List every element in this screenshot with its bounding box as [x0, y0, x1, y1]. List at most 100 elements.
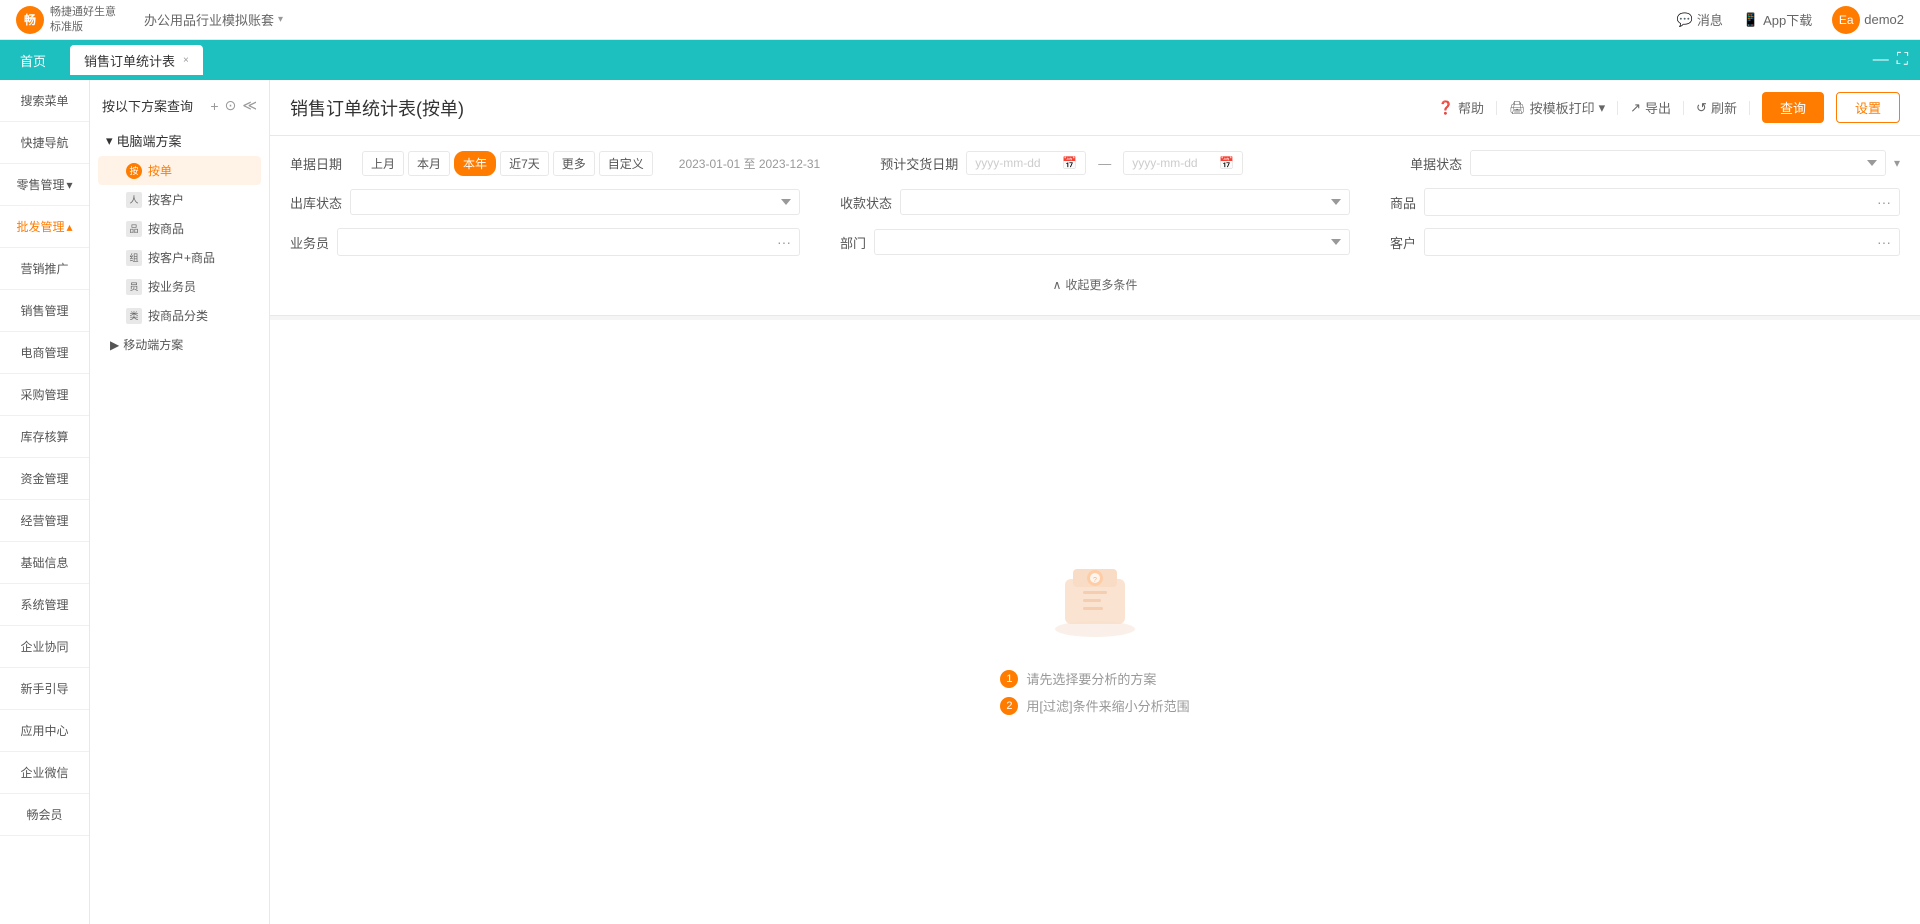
status-expand-icon[interactable]: ▾ — [1894, 156, 1900, 170]
empty-tip-2: 2 用[过滤]条件来缩小分析范围 — [1000, 696, 1189, 715]
goods-more-icon[interactable]: ··· — [1877, 194, 1891, 210]
empty-illustration: ? — [1035, 529, 1155, 649]
tab-bar: 首页 销售订单统计表 × — ⛶ — [0, 40, 1920, 80]
top-bar: 畅 畅捷通好生意 标准版 办公用品行业模拟账套 ▾ 💬 消息 📱 App下载 E… — [0, 0, 1920, 40]
date-btn-last-month[interactable]: 上月 — [362, 151, 404, 176]
workspace-selector[interactable]: 办公用品行业模拟账套 ▾ — [144, 10, 283, 29]
dept-select-wrapper[interactable] — [874, 229, 1350, 255]
chevron-down-icon: ▾ — [278, 14, 283, 25]
sidebar-item-system[interactable]: 系统管理 — [0, 584, 89, 626]
customer-input[interactable]: ··· — [1424, 228, 1900, 256]
filter-row-extra: 业务员 ··· 部门 — [290, 228, 1900, 256]
sidebar-item-apps[interactable]: 应用中心 — [0, 710, 89, 752]
right-main: 销售订单统计表(按单) ❓ 帮助 🖨 按模板打印 ▾ ↗ — [270, 80, 1920, 924]
collapse-panel-btn[interactable]: ≪ — [242, 97, 257, 114]
out-status-select[interactable]: 未出库 部分出库 全部出库 — [350, 189, 800, 215]
customer-more-icon[interactable]: ··· — [1877, 234, 1891, 250]
date-btn-this-year[interactable]: 本年 — [454, 151, 496, 176]
top-bar-right: 💬 消息 📱 App下载 Ea demo2 — [1677, 6, 1904, 34]
dept-select[interactable] — [874, 229, 1350, 255]
avatar: Ea — [1832, 6, 1860, 34]
sidebar-item-newbie[interactable]: 新手引导 — [0, 668, 89, 710]
left-panel-header: 按以下方案查询 + ⊙ ≪ — [90, 90, 269, 121]
scheme-item-by-salesman[interactable]: 员 按业务员 — [98, 272, 261, 301]
settings-btn[interactable]: 设置 — [1836, 92, 1900, 123]
main-layout: 搜索菜单 快捷导航 零售管理 ▾ 批发管理 ▴ 营销推广 销售管理 电商管理 采… — [0, 80, 1920, 924]
scheme-item-by-order[interactable]: 按 按单 — [98, 156, 261, 185]
sidebar-item-finance[interactable]: 资金管理 — [0, 458, 89, 500]
collect-status-section: 收款状态 未收款 部分收款 全部收款 — [840, 189, 1350, 215]
sidebar-item-marketing[interactable]: 营销推广 — [0, 248, 89, 290]
user-menu[interactable]: Ea demo2 — [1832, 6, 1904, 34]
chevron-down-icon: ▾ — [106, 133, 113, 149]
collapse-icon: ∧ — [1053, 278, 1062, 292]
date-btn-this-month[interactable]: 本月 — [408, 151, 450, 176]
help-btn[interactable]: ❓ 帮助 — [1438, 98, 1484, 117]
tab-minimize-btn[interactable]: — — [1873, 51, 1889, 69]
chevron-right-icon: ▶ — [110, 338, 119, 352]
goods-input[interactable]: ··· — [1424, 188, 1900, 216]
date-btn-custom[interactable]: 自定义 — [599, 151, 653, 176]
sidebar-item-ecommerce[interactable]: 电商管理 — [0, 332, 89, 374]
sidebar-item-wholesale[interactable]: 批发管理 ▴ — [0, 206, 89, 248]
sidebar-item-quicknav[interactable]: 快捷导航 — [0, 122, 89, 164]
scheme-item-by-customer[interactable]: 人 按客户 — [98, 185, 261, 214]
sidebar-item-enterprise[interactable]: 企业协同 — [0, 626, 89, 668]
date-btn-7days[interactable]: 近7天 — [500, 151, 549, 176]
salesman-more-icon[interactable]: ··· — [777, 234, 791, 250]
page-header: 销售订单统计表(按单) ❓ 帮助 🖨 按模板打印 ▾ ↗ — [270, 80, 1920, 136]
dept-section: 部门 — [840, 229, 1350, 255]
tab-sales-order[interactable]: 销售订单统计表 × — [70, 45, 203, 75]
salesman-input[interactable]: ··· — [337, 228, 800, 256]
sidebar-item-basic-info[interactable]: 基础信息 — [0, 542, 89, 584]
sidebar-item-inventory[interactable]: 库存核算 — [0, 416, 89, 458]
add-scheme-btn[interactable]: + — [210, 98, 218, 114]
scheme-icon-goods: 品 — [126, 221, 142, 237]
chevron-icon: ▴ — [66, 220, 72, 234]
scheme-icon-order: 按 — [126, 163, 142, 179]
status-select[interactable]: 全部 待审核 已审核 已作废 — [1470, 150, 1886, 176]
svg-text:?: ? — [1093, 577, 1097, 584]
empty-tips: 1 请先选择要分析的方案 2 用[过滤]条件来缩小分析范围 — [1000, 669, 1189, 715]
empty-tip-1: 1 请先选择要分析的方案 — [1000, 669, 1189, 688]
date-start-input[interactable]: yyyy-mm-dd 📅 — [966, 151, 1086, 175]
scheme-item-by-customer-goods[interactable]: 组 按客户+商品 — [98, 243, 261, 272]
scheme-item-by-goods[interactable]: 品 按商品 — [98, 214, 261, 243]
date-range-text: 2023-01-01 至 2023-12-31 — [679, 155, 820, 172]
tip-num-2: 2 — [1000, 697, 1018, 715]
message-btn[interactable]: 💬 消息 — [1677, 10, 1723, 29]
date-btn-more[interactable]: 更多 — [553, 151, 595, 176]
page-actions: ❓ 帮助 🖨 按模板打印 ▾ ↗ 导出 — [1438, 92, 1900, 123]
sidebar-item-wechat[interactable]: 企业微信 — [0, 752, 89, 794]
sidebar-item-members[interactable]: 畅会员 — [0, 794, 89, 836]
scheme-item-by-category[interactable]: 类 按商品分类 — [98, 301, 261, 330]
tab-maximize-btn[interactable]: ⛶ — [1897, 51, 1908, 69]
date-btn-group: 上月 本月 本年 近7天 更多 自定义 — [362, 151, 653, 176]
refresh-btn[interactable]: ↺ 刷新 — [1696, 98, 1737, 117]
collect-status-select[interactable]: 未收款 部分收款 全部收款 — [900, 189, 1350, 215]
tab-close-icon[interactable]: × — [183, 55, 189, 66]
out-status-select-wrapper[interactable]: 未出库 部分出库 全部出库 — [350, 189, 800, 215]
export-icon: ↗ — [1630, 100, 1641, 116]
phone-icon: 📱 — [1743, 12, 1759, 28]
help-icon: ❓ — [1438, 100, 1454, 116]
date-end-input[interactable]: yyyy-mm-dd 📅 — [1123, 151, 1243, 175]
query-btn[interactable]: 查询 — [1762, 92, 1824, 123]
sidebar-item-retail[interactable]: 零售管理 ▾ — [0, 164, 89, 206]
sidebar-item-purchase[interactable]: 采购管理 — [0, 374, 89, 416]
export-btn[interactable]: ↗ 导出 — [1630, 98, 1671, 117]
expected-date-section: 预计交货日期 yyyy-mm-dd 📅 — yyyy-mm-dd 📅 — [880, 151, 1370, 175]
message-icon: 💬 — [1677, 12, 1693, 28]
collect-status-select-wrapper[interactable]: 未收款 部分收款 全部收款 — [900, 189, 1350, 215]
collapse-bar[interactable]: ∧ 收起更多条件 — [290, 268, 1900, 301]
sidebar-item-sales[interactable]: 销售管理 — [0, 290, 89, 332]
print-btn[interactable]: 🖨 按模板打印 ▾ — [1509, 98, 1605, 117]
tree-parent-mobile[interactable]: ▶ 移动端方案 — [98, 330, 261, 359]
sidebar-item-operations[interactable]: 经营管理 — [0, 500, 89, 542]
tab-home[interactable]: 首页 — [0, 40, 66, 80]
edit-scheme-btn[interactable]: ⊙ — [225, 97, 237, 114]
app-download-btn[interactable]: 📱 App下载 — [1743, 10, 1812, 29]
tree-parent-pc[interactable]: ▾ 电脑端方案 — [98, 125, 261, 156]
sidebar-item-search[interactable]: 搜索菜单 — [0, 80, 89, 122]
status-select-wrapper[interactable]: 全部 待审核 已审核 已作废 — [1470, 150, 1886, 176]
